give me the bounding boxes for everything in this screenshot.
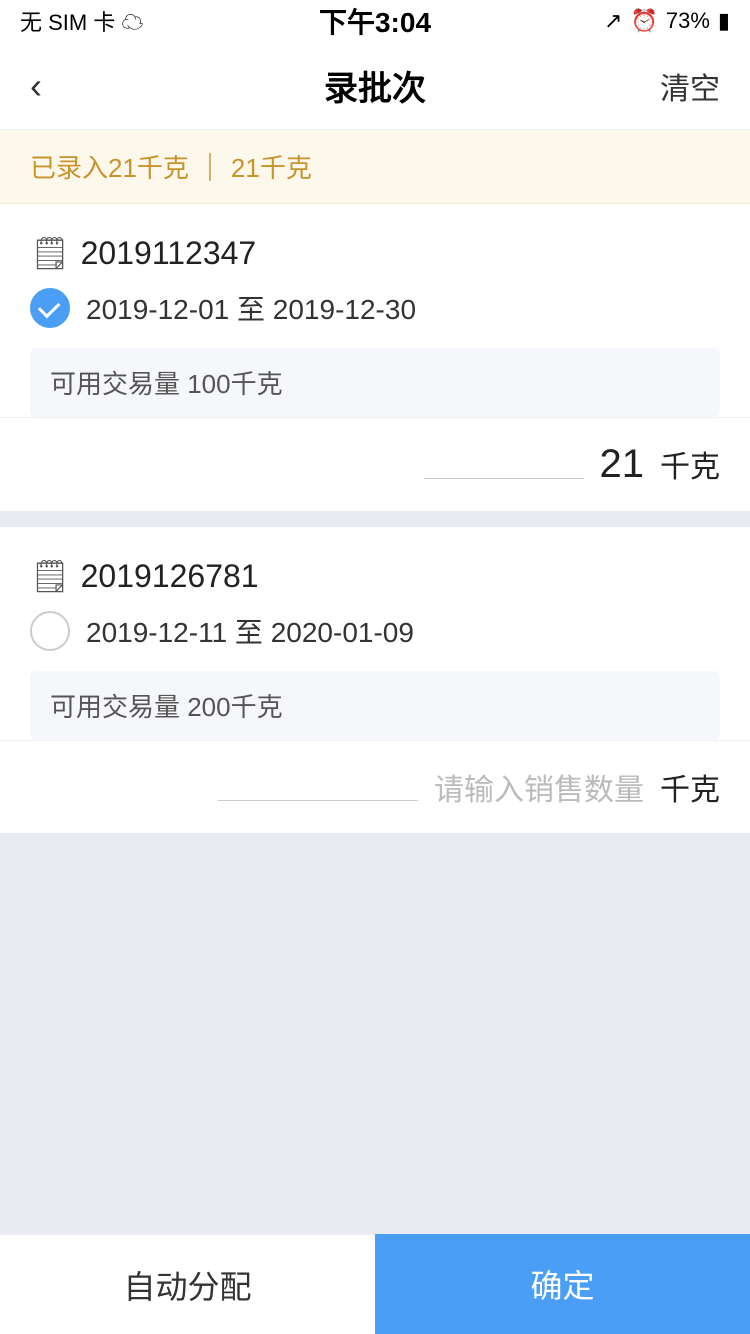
main-content: 已录入21千克 21千克 🗒 2019112347 2019-12-01 至 2… — [0, 130, 750, 1234]
batch2-input-row: 请输入销售数量 千克 — [0, 740, 750, 833]
page-title: 录批次 — [324, 61, 426, 110]
batch2-input-underline — [218, 800, 418, 801]
batch1-date-range: 2019-12-01 至 2019-12-30 — [86, 288, 416, 328]
batch1-amount-underline — [424, 478, 584, 479]
sim-status: 无 SIM 卡 ☁ — [20, 5, 143, 37]
battery-icon: ▮ — [718, 8, 730, 34]
status-left: 无 SIM 卡 ☁ — [20, 5, 143, 37]
batch2-qty-input[interactable]: 请输入销售数量 — [434, 765, 644, 809]
auto-distribute-button[interactable]: 自动分配 — [0, 1234, 375, 1334]
info-divider — [209, 153, 211, 181]
status-time: 下午3:04 — [319, 1, 431, 41]
batch2-unit: 千克 — [660, 765, 720, 809]
batch1-amount-value[interactable]: 21 — [600, 442, 645, 487]
batch2-radio[interactable] — [30, 611, 70, 651]
batch2-header: 🗒 2019126781 — [30, 557, 720, 595]
batch2-date-range: 2019-12-11 至 2020-01-09 — [86, 611, 414, 651]
back-button[interactable]: ‹ — [30, 65, 42, 107]
nav-bar: ‹ 录批次 清空 — [0, 42, 750, 130]
empty-space — [0, 833, 750, 1234]
batch2-id: 2019126781 — [81, 558, 259, 595]
batch1-icon: 🗒 — [30, 234, 71, 272]
info-banner: 已录入21千克 21千克 — [0, 130, 750, 204]
recorded-qty-label: 已录入21千克 — [30, 148, 189, 185]
confirm-button[interactable]: 确定 — [375, 1234, 750, 1334]
batch1-amount-unit: 千克 — [660, 442, 720, 486]
batch1-id: 2019112347 — [81, 235, 257, 272]
batch2-card: 🗒 2019126781 2019-12-11 至 2020-01-09 可用交… — [0, 527, 750, 740]
location-icon: ↗ — [604, 8, 622, 34]
battery-text: 73% — [666, 8, 710, 34]
batch2-icon: 🗒 — [30, 557, 71, 595]
batch1-radio[interactable] — [30, 288, 70, 328]
status-bar: 无 SIM 卡 ☁ 下午3:04 ↗ ⏰ 73% ▮ — [0, 0, 750, 42]
qty-value-label: 21千克 — [231, 148, 312, 185]
bottom-bar: 自动分配 确定 — [0, 1234, 750, 1334]
section-divider — [0, 511, 750, 527]
batch1-amount-row: 21 千克 — [0, 417, 750, 511]
batch2-available-qty: 可用交易量 200千克 — [30, 671, 720, 740]
batch1-header: 🗒 2019112347 — [30, 234, 720, 272]
batch1-date-row: 2019-12-01 至 2019-12-30 — [30, 288, 720, 328]
batch2-date-row: 2019-12-11 至 2020-01-09 — [30, 611, 720, 651]
batch1-card: 🗒 2019112347 2019-12-01 至 2019-12-30 可用交… — [0, 204, 750, 417]
status-right: ↗ ⏰ 73% ▮ — [604, 8, 730, 34]
alarm-icon: ⏰ — [630, 8, 657, 34]
batch1-available-qty: 可用交易量 100千克 — [30, 348, 720, 417]
clear-button[interactable]: 清空 — [660, 64, 720, 108]
